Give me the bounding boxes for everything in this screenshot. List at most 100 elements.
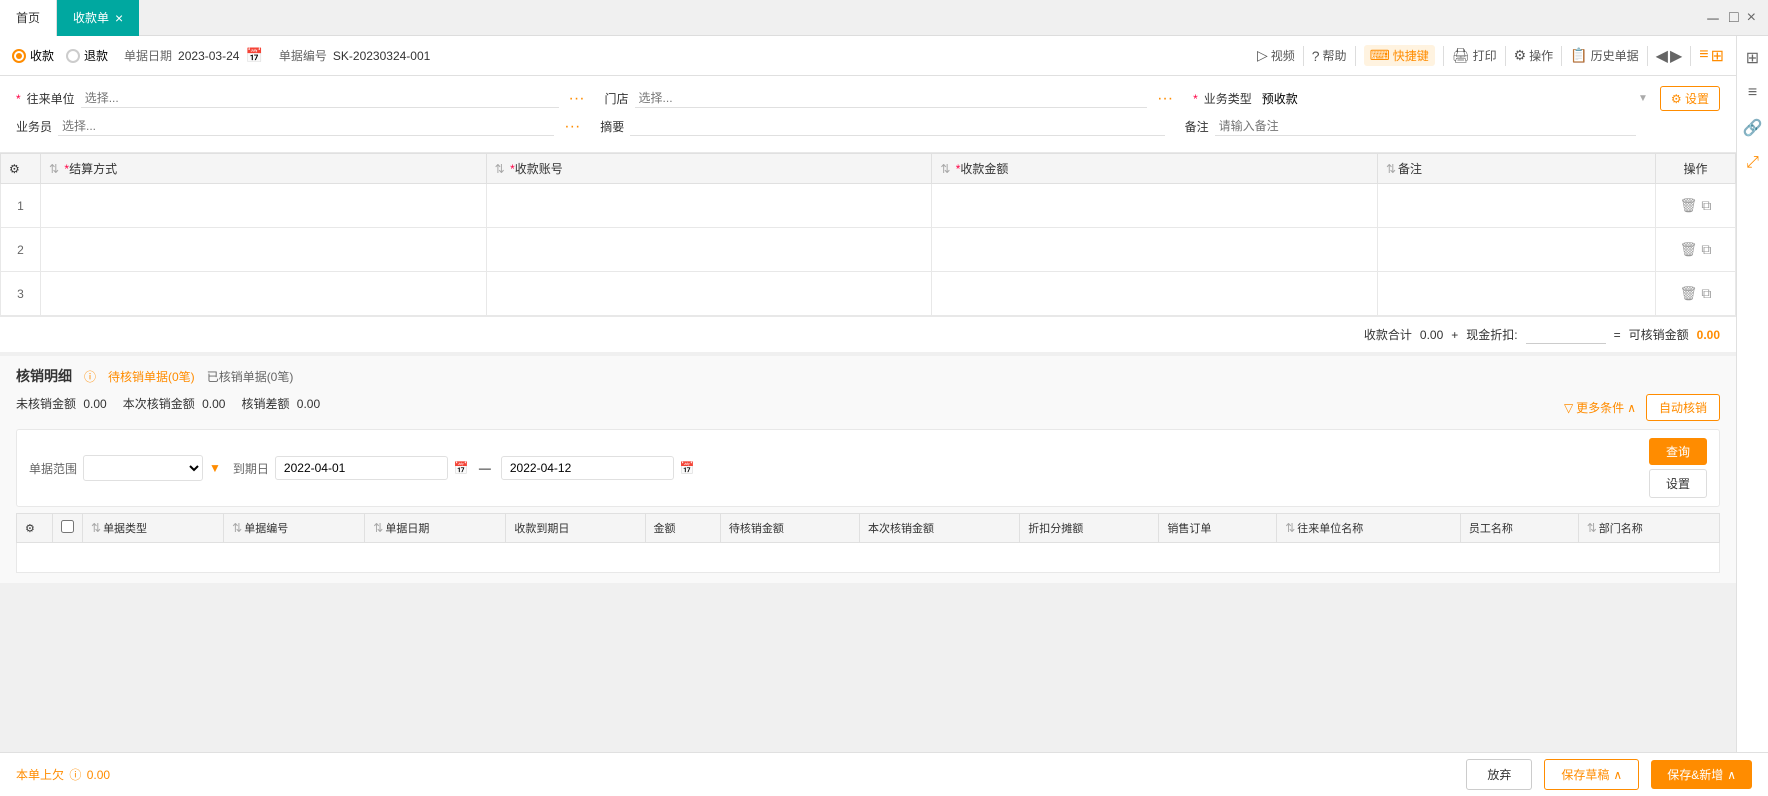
store-input[interactable] [635,89,1148,108]
uncanceled-label: 未核销金额 [16,397,76,411]
row-2-remark[interactable] [1377,228,1655,272]
date-to-input[interactable] [501,456,674,480]
calendar-icon[interactable]: 📅 [245,47,262,64]
filter-row: 单据范围 ▼ 到期日 📅 — 📅 查询 设置 [16,429,1720,507]
counterpart-more-icon[interactable]: ··· [569,90,585,108]
print-action[interactable]: 🖨 打印 [1452,47,1497,64]
discard-button[interactable]: 放弃 [1466,759,1532,790]
auto-verify-button[interactable]: 自动核销 [1646,394,1720,421]
help-label: 帮助 [1323,47,1347,64]
counterpart-sort[interactable]: ⇅ [1285,521,1295,535]
doc-type-sort[interactable]: ⇅ [91,521,101,535]
row-1-settle[interactable] [41,184,487,228]
store-more-icon[interactable]: ··· [1157,90,1173,108]
tab-active[interactable]: 收款单 × [57,0,139,36]
save-new-button[interactable]: 保存&新增 ∧ [1651,760,1752,789]
remark-sort-icon[interactable]: ⇅ [1386,162,1396,176]
col-checkbox-th[interactable] [53,514,83,543]
col-op-header: 操作 [1656,154,1736,184]
discount-input[interactable] [1526,325,1606,344]
next-arrow[interactable]: ▶ [1670,46,1682,66]
sales-input[interactable] [58,117,554,136]
row-2-num: 2 [1,228,41,272]
range-select[interactable] [83,455,203,481]
table-icon[interactable]: ⊞ [1742,44,1763,72]
close-button[interactable]: × [1747,9,1756,27]
sales-more-icon[interactable]: ··· [564,118,580,136]
row-3-settle[interactable] [41,272,487,316]
row-3-account[interactable] [486,272,932,316]
radio-refund[interactable]: 退款 [66,47,108,64]
select-all-checkbox[interactable] [61,520,74,533]
settings-button[interactable]: ⚙ 设置 [1660,86,1720,111]
keyboard-icon: ⌨ [1370,47,1390,64]
row-2-account[interactable] [486,228,932,272]
row-3-actions: 🗑 ⧉ [1664,285,1727,302]
col-settings-header[interactable]: ⚙ [1,154,41,184]
business-type-chevron[interactable]: ▼ [1638,93,1648,104]
video-action[interactable]: ▷ 视频 [1257,47,1295,64]
row-2-delete-icon[interactable]: 🗑 [1680,241,1698,258]
print-icon: 🖨 [1452,47,1470,64]
business-type-label: 业务类型 [1204,90,1252,107]
row-1-account[interactable] [486,184,932,228]
col-dept-th: ⇅部门名称 [1578,514,1719,543]
row-3-copy-icon[interactable]: ⧉ [1701,285,1711,302]
shortcut-action[interactable]: ⌨ 快捷键 [1364,45,1435,66]
tab-close-icon[interactable]: × [115,0,123,36]
row-3-remark[interactable] [1377,272,1655,316]
amount-sort-icon[interactable]: ⇅ [940,162,950,176]
row-3-delete-icon[interactable]: 🗑 [1680,285,1698,302]
col-settle-header: ⇅ *结算方式 [41,154,487,184]
tab-active-label: 收款单 [73,0,109,36]
doc-num-sort[interactable]: ⇅ [232,521,242,535]
date-from-icon[interactable]: 📅 [454,461,469,475]
date-to-icon[interactable]: 📅 [680,461,695,475]
divider-5 [1561,46,1562,66]
link-icon[interactable]: 🔗 [1739,114,1767,142]
settings-label: 设置 [1685,92,1709,106]
row-3-amount[interactable] [932,272,1378,316]
dept-sort[interactable]: ⇅ [1587,521,1597,535]
verify-info-icon[interactable]: ⓘ [84,368,96,385]
help-action[interactable]: ? 帮助 [1312,47,1347,64]
row-2-amount[interactable] [932,228,1378,272]
row-1-delete-icon[interactable]: 🗑 [1680,197,1698,214]
range-label: 单据范围 [29,460,77,477]
sheet-icon[interactable]: ≡ [1744,80,1761,106]
row-1-amount[interactable] [932,184,1378,228]
toolbar-actions: ▷ 视频 ? 帮助 ⌨ 快捷键 🖨 打印 ⚙ 操作 [1257,45,1724,66]
tab-home[interactable]: 首页 [0,0,57,36]
remark-input[interactable] [1215,117,1636,136]
row-1-remark[interactable] [1377,184,1655,228]
save-draft-button[interactable]: 保存草稿 ∧ [1544,759,1639,790]
radio-receipt[interactable]: 收款 [12,47,54,64]
tab-pending[interactable]: 待核销单据(0笔) [108,368,195,385]
doc-date-sort[interactable]: ⇅ [373,521,383,535]
col-settings-th[interactable]: ⚙ [17,514,53,543]
operation-action[interactable]: ⚙ 操作 [1514,47,1554,64]
more-conditions-btn[interactable]: ▽ 更多条件 ∧ [1564,399,1636,416]
chevron-up-icon: ∧ [1627,401,1636,415]
filter-settings-button[interactable]: 设置 [1649,469,1707,498]
row-2-settle[interactable] [41,228,487,272]
summary-input[interactable] [630,117,1164,136]
account-sort-icon[interactable]: ⇅ [495,162,505,176]
list-view-icon[interactable]: ≡ [1699,46,1708,66]
number-value: SK-20230324-001 [333,49,430,63]
counterpart-required: * [16,92,21,106]
prev-arrow[interactable]: ◀ [1656,46,1668,66]
settle-sort-icon[interactable]: ⇅ [49,162,59,176]
expand-icon[interactable]: ⤢ [1742,150,1763,176]
row-1-copy-icon[interactable]: ⧉ [1701,197,1711,214]
radio-group: 收款 退款 [12,47,108,64]
history-action[interactable]: 📋 历史单据 [1570,47,1638,64]
tab-done[interactable]: 已核销单据(0笔) [207,368,294,385]
row-2-copy-icon[interactable]: ⧉ [1701,241,1711,258]
maximize-button[interactable]: □ [1729,9,1739,27]
grid-view-icon[interactable]: ⊞ [1711,46,1724,66]
query-button[interactable]: 查询 [1649,438,1707,465]
minimize-button[interactable]: － [1705,6,1721,30]
date-from-input[interactable] [275,456,448,480]
counterpart-input[interactable] [81,89,559,108]
